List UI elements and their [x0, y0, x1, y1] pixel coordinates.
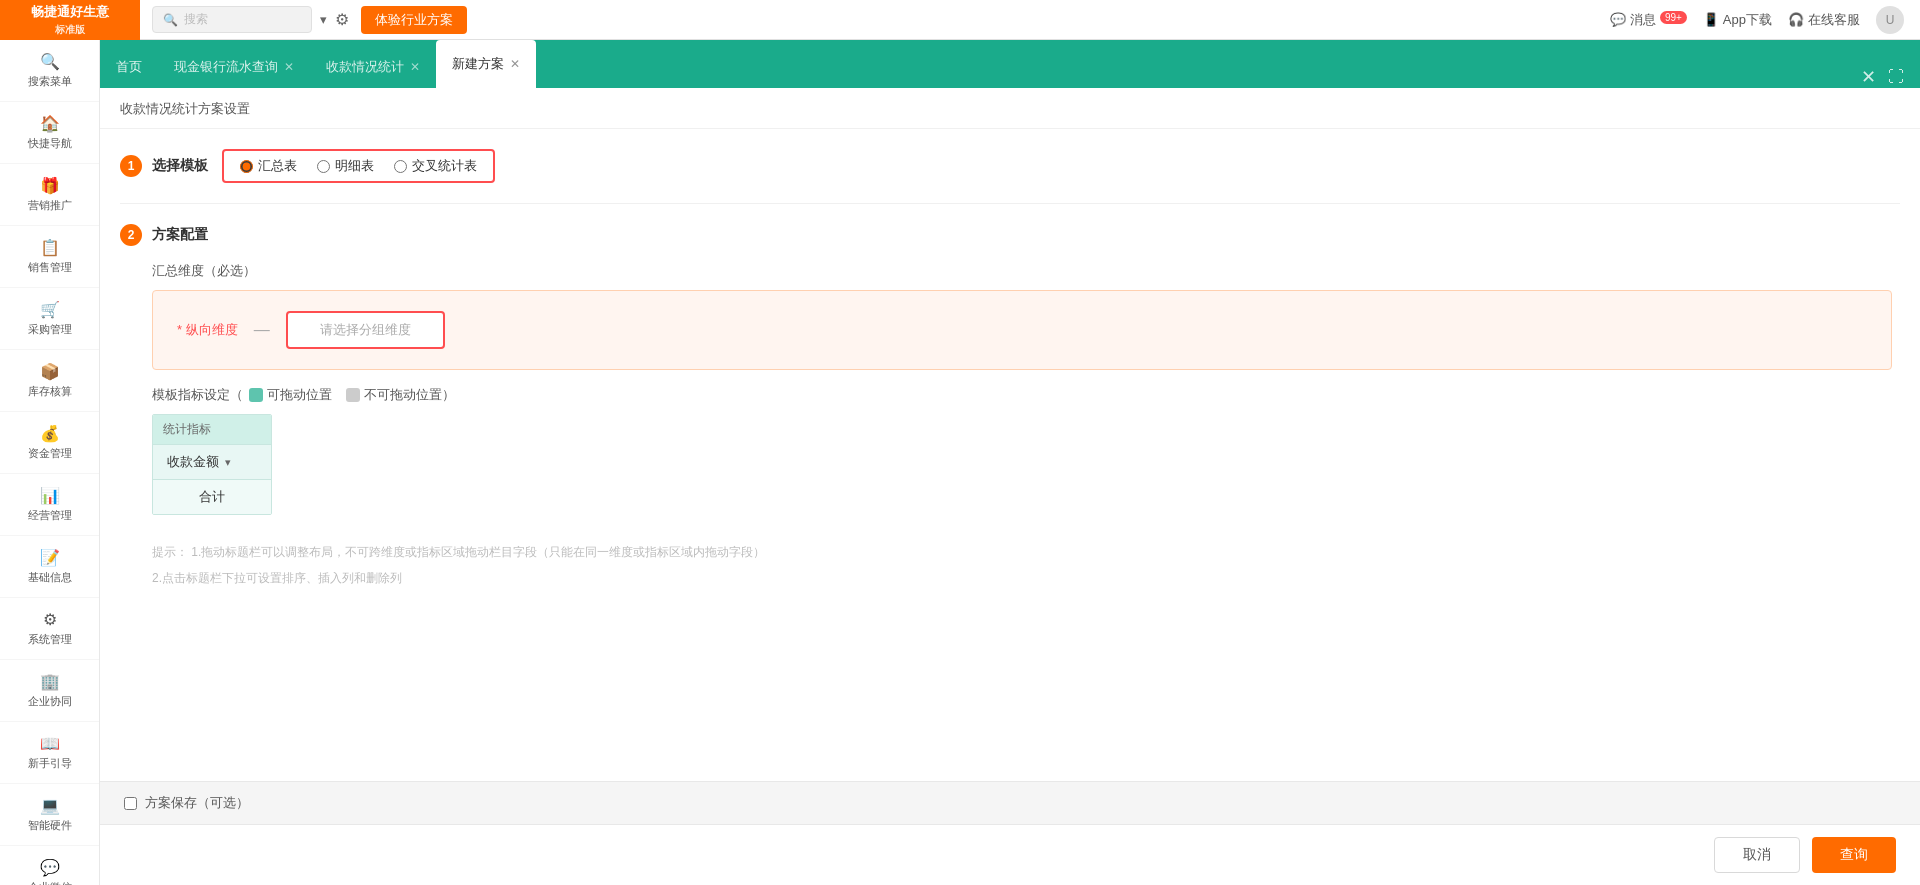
dropdown-icon[interactable]: ▾	[320, 12, 327, 27]
summary-dimension-label: 汇总维度（必选）	[120, 262, 1900, 280]
vertical-label: * 纵向维度	[177, 321, 238, 339]
sidebar-item-quick-nav[interactable]: 🏠快捷导航	[0, 102, 99, 164]
dim-arrow: —	[254, 321, 270, 339]
sidebar-item-basic-info[interactable]: 📝基础信息	[0, 536, 99, 598]
window-close-icon[interactable]: ✕	[1861, 66, 1876, 88]
sidebar-item-guide[interactable]: 📖新手引导	[0, 722, 99, 784]
user-avatar[interactable]: U	[1876, 6, 1904, 34]
sidebar-item-smart-hardware[interactable]: 💻智能硬件	[0, 784, 99, 846]
step2-title: 方案配置	[152, 226, 208, 244]
tab-close-new-scheme[interactable]: ✕	[510, 57, 520, 71]
metrics-label-row: 模板指标设定（ 可拖动位置 不可拖动位置）	[120, 386, 1900, 404]
sidebar-item-wechat[interactable]: 💬企业微信	[0, 846, 99, 885]
tab-bar: 首页 现金银行流水查询 ✕ 收款情况统计 ✕ 新建方案 ✕ ✕ ⛶	[100, 40, 1920, 88]
step1-title: 选择模板	[152, 157, 208, 175]
window-expand-icon[interactable]: ⛶	[1888, 68, 1904, 86]
gear-icon[interactable]: ⚙	[335, 10, 349, 29]
tab-cash-bank[interactable]: 现金银行流水查询 ✕	[158, 46, 310, 88]
message-badge: 99+	[1660, 11, 1687, 24]
dimension-placeholder-btn[interactable]: 请选择分组维度	[286, 311, 445, 349]
query-button[interactable]: 查询	[1812, 837, 1896, 873]
search-bar: 🔍搜索	[152, 6, 312, 33]
service-item[interactable]: 🎧 在线客服	[1788, 11, 1860, 29]
message-item[interactable]: 💬 消息 99+	[1610, 11, 1687, 29]
tab-close-cash-bank[interactable]: ✕	[284, 60, 294, 74]
step2-section: 2 方案配置 汇总维度（必选） * 纵向维度	[120, 224, 1900, 592]
tab-collection-stats[interactable]: 收款情况统计 ✕	[310, 46, 436, 88]
dimension-area: * 纵向维度 — 请选择分组维度	[152, 290, 1892, 370]
template-radio-group: 汇总表 明细表 交叉统计表	[222, 149, 495, 183]
save-checkbox[interactable]	[124, 797, 137, 810]
step1-number: 1	[120, 155, 142, 177]
save-section: 方案保存（可选）	[100, 781, 1920, 824]
radio-detail[interactable]: 明细表	[317, 157, 374, 175]
sidebar-item-system[interactable]: ⚙系统管理	[0, 598, 99, 660]
sidebar-item-inventory[interactable]: 📦库存核算	[0, 350, 99, 412]
sidebar-item-search-menu[interactable]: 🔍搜索菜单	[0, 40, 99, 102]
sidebar-item-marketing[interactable]: 🎁营销推广	[0, 164, 99, 226]
tab-home[interactable]: 首页	[100, 46, 158, 88]
sidebar-item-operation[interactable]: 📊经营管理	[0, 474, 99, 536]
trial-button[interactable]: 体验行业方案	[361, 6, 467, 34]
step2-number: 2	[120, 224, 142, 246]
radio-cross[interactable]: 交叉统计表	[394, 157, 477, 175]
download-item[interactable]: 📱 App下载	[1703, 11, 1772, 29]
cancel-button[interactable]: 取消	[1714, 837, 1800, 873]
tab-new-scheme[interactable]: 新建方案 ✕	[436, 40, 536, 88]
sidebar-item-purchase[interactable]: 🛒采购管理	[0, 288, 99, 350]
sidebar-item-enterprise[interactable]: 🏢企业协同	[0, 660, 99, 722]
metrics-col-cell: 合计	[153, 479, 271, 514]
metrics-col-header-label: 统计指标	[153, 415, 271, 444]
sidebar-item-sales[interactable]: 📋销售管理	[0, 226, 99, 288]
radio-summary[interactable]: 汇总表	[240, 157, 297, 175]
page-title: 收款情况统计方案设置	[100, 88, 1920, 129]
sidebar-item-finance[interactable]: 💰资金管理	[0, 412, 99, 474]
page-content: 收款情况统计方案设置 1 选择模板	[100, 88, 1920, 824]
hints-section: 提示： 1.拖动标题栏可以调整布局，不可跨维度或指标区域拖动栏目字段（只能在同一…	[120, 539, 1900, 592]
logo: 畅捷通好生意 标准版	[0, 0, 140, 40]
step1-section: 1 选择模板 汇总表 明细表	[120, 149, 1900, 183]
save-label: 方案保存（可选）	[145, 794, 249, 812]
metrics-table: 统计指标 收款金额 ▾ 合计	[120, 414, 1892, 515]
footer-actions: 取消 查询	[100, 824, 1920, 885]
sidebar: 🔍搜索菜单 🏠快捷导航 🎁营销推广 📋销售管理 🛒采购管理 📦库存核算 💰资金管…	[0, 40, 100, 885]
metrics-col-header[interactable]: 收款金额 ▾	[153, 444, 271, 479]
tab-close-collection-stats[interactable]: ✕	[410, 60, 420, 74]
